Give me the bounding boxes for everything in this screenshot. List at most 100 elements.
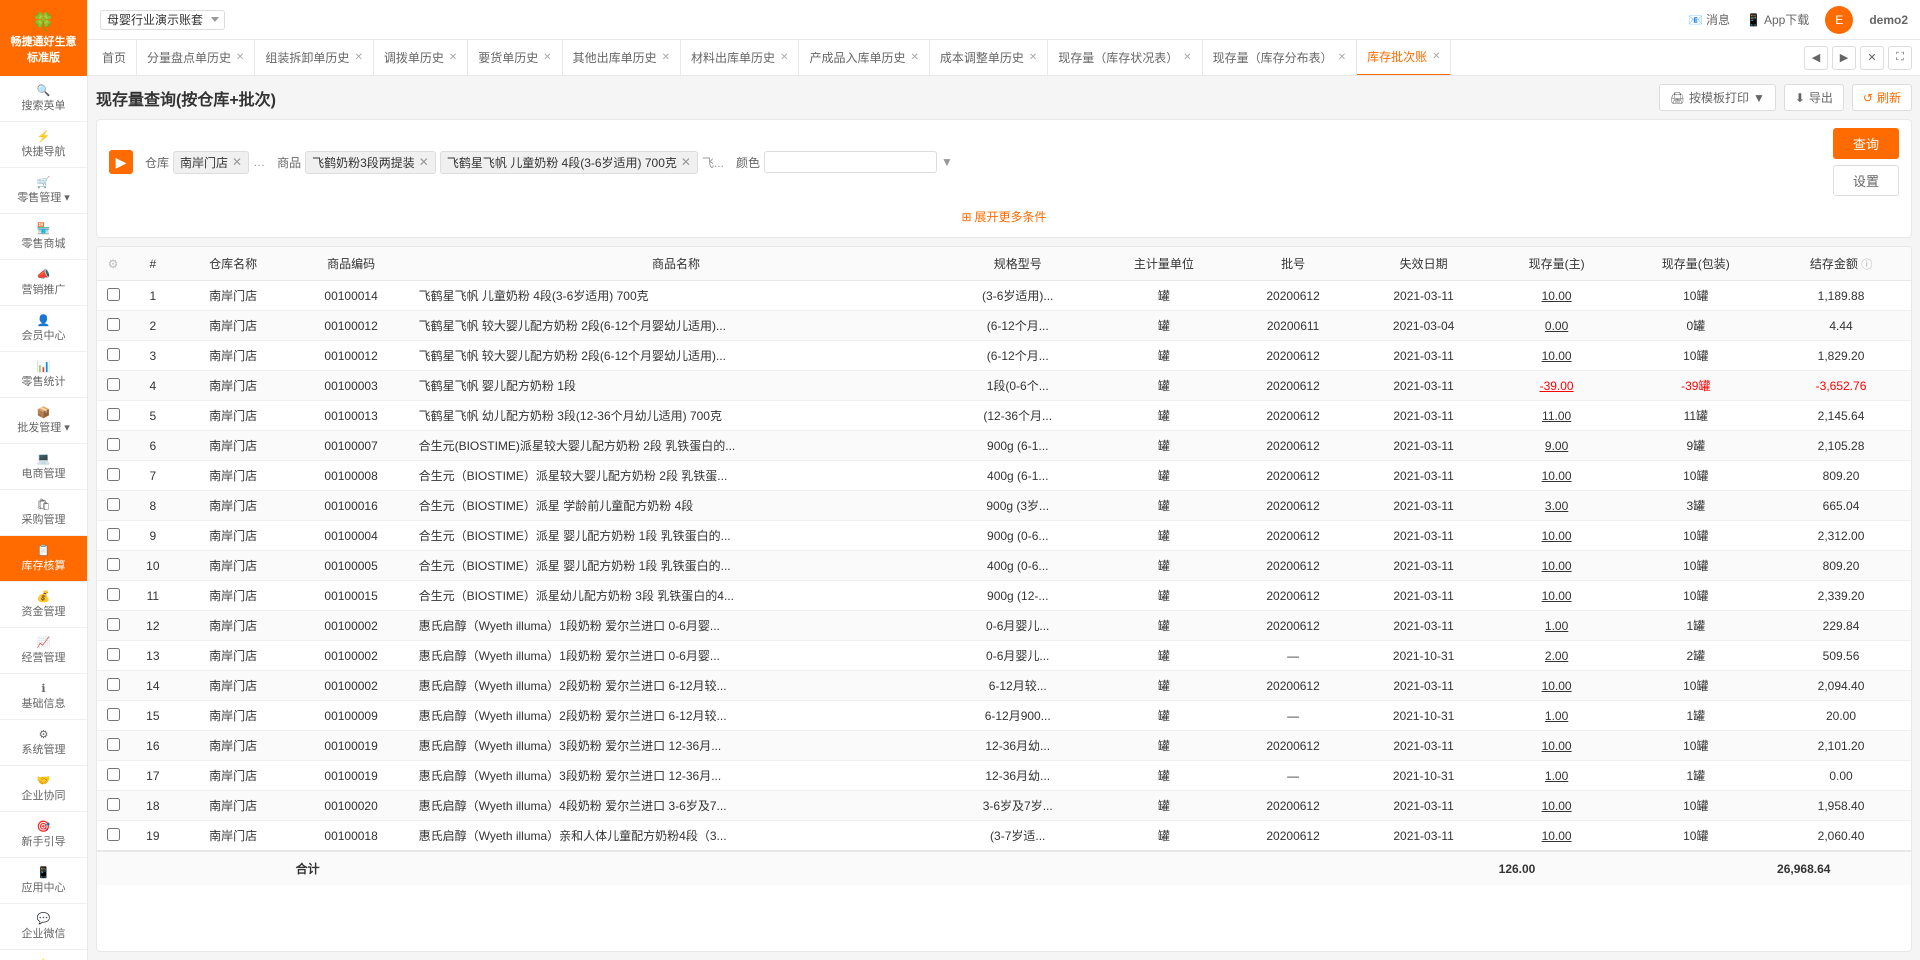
- row-check[interactable]: [97, 761, 129, 791]
- row-stock-main[interactable]: 9.00: [1493, 431, 1621, 461]
- expand-more-button[interactable]: ⊞ 展开更多条件: [953, 204, 1054, 229]
- tab-close-inventory_status[interactable]: ✕: [1183, 52, 1191, 63]
- row-check[interactable]: [97, 641, 129, 671]
- tab-request_history[interactable]: 要货单历史✕: [468, 40, 562, 76]
- warehouse-more[interactable]: …: [253, 155, 265, 169]
- product-more[interactable]: 飞...: [702, 154, 724, 171]
- tab-product_in_history[interactable]: 产成品入库单历史✕: [799, 40, 929, 76]
- row-check[interactable]: [97, 491, 129, 521]
- row-check[interactable]: [97, 461, 129, 491]
- query-button[interactable]: 查询: [1833, 128, 1899, 159]
- tab-close-material_out_history[interactable]: ✕: [780, 52, 788, 63]
- user-avatar[interactable]: E: [1825, 6, 1853, 34]
- sidebar-item-new_guide[interactable]: 🎯新手引导: [0, 812, 87, 858]
- row-check[interactable]: [97, 521, 129, 551]
- app-download-link[interactable]: 📱 App下载: [1746, 11, 1809, 28]
- sidebar-item-retail_shop[interactable]: 🏪零售商城: [0, 214, 87, 260]
- tab-close-disassembly_history[interactable]: ✕: [354, 52, 362, 63]
- sidebar-item-retail_mgmt[interactable]: 🛒零售管理 ▾: [0, 168, 87, 214]
- sidebar-item-purchase_mgmt[interactable]: 🛍采购管理: [0, 490, 87, 536]
- sidebar-item-wholesale_mgmt[interactable]: 📦批发管理 ▾: [0, 398, 87, 444]
- row-check[interactable]: [97, 401, 129, 431]
- row-stock-main[interactable]: 10.00: [1493, 341, 1621, 371]
- settings-col-header[interactable]: ⚙: [97, 247, 129, 281]
- tab-close-cost_adjust_history[interactable]: ✕: [1029, 52, 1037, 63]
- product-tag-1-remove[interactable]: ✕: [419, 155, 429, 169]
- row-stock-main[interactable]: 10.00: [1493, 671, 1621, 701]
- row-check[interactable]: [97, 551, 129, 581]
- tab-close-product_in_history[interactable]: ✕: [910, 52, 918, 63]
- sidebar-item-retail_stats[interactable]: 📊零售统计: [0, 352, 87, 398]
- color-dropdown-icon[interactable]: ▼: [941, 155, 953, 169]
- row-stock-main[interactable]: 10.00: [1493, 521, 1621, 551]
- tab-close-batch_voucher[interactable]: ✕: [1432, 51, 1440, 62]
- row-check[interactable]: [97, 791, 129, 821]
- expand-filter-button[interactable]: ▶: [109, 150, 133, 174]
- row-stock-main[interactable]: 10.00: [1493, 731, 1621, 761]
- tab-close-pickup_history[interactable]: ✕: [449, 52, 457, 63]
- color-input[interactable]: [764, 151, 937, 173]
- row-check[interactable]: [97, 341, 129, 371]
- tab-close-inventory_dist[interactable]: ✕: [1338, 52, 1346, 63]
- tab-split_inventory_history[interactable]: 分量盘点单历史✕: [137, 40, 255, 76]
- tab-other_outbound_history[interactable]: 其他出库单历史✕: [563, 40, 681, 76]
- row-stock-main[interactable]: 11.00: [1493, 401, 1621, 431]
- export-button[interactable]: ⬇ 导出: [1784, 84, 1844, 111]
- row-stock-main[interactable]: 2.00: [1493, 641, 1621, 671]
- tab-fullscreen[interactable]: ⛶: [1888, 46, 1912, 70]
- row-stock-main[interactable]: 10.00: [1493, 281, 1621, 311]
- tab-inventory_status[interactable]: 现存量（库存状况表）✕: [1048, 40, 1202, 76]
- tab-inventory_dist[interactable]: 现存量（库存分布表）✕: [1203, 40, 1357, 76]
- row-stock-main[interactable]: -39.00: [1493, 371, 1621, 401]
- sidebar-item-member_center[interactable]: 👤会员中心: [0, 306, 87, 352]
- row-check[interactable]: [97, 281, 129, 311]
- row-check[interactable]: [97, 581, 129, 611]
- tab-batch_voucher[interactable]: 库存批次账✕: [1357, 40, 1451, 76]
- row-stock-main[interactable]: 10.00: [1493, 461, 1621, 491]
- tab-close-split_inventory_history[interactable]: ✕: [236, 52, 244, 63]
- table-scroll[interactable]: ⚙ # 仓库名称 商品编码 商品名称 规格型号 主计量单位 批号 失效日期 现存…: [97, 247, 1911, 951]
- row-check[interactable]: [97, 701, 129, 731]
- tab-close-all[interactable]: ✕: [1860, 46, 1884, 70]
- sidebar-item-basic_info[interactable]: ℹ基础信息: [0, 674, 87, 720]
- sidebar-item-inventory_check[interactable]: 📋库存核算: [0, 536, 87, 582]
- print-button[interactable]: 🖨 按模板打印 ▼: [1659, 84, 1776, 111]
- sidebar-item-finance_mgmt[interactable]: 💰资金管理: [0, 582, 87, 628]
- tab-scroll-left[interactable]: ◀: [1804, 46, 1828, 70]
- sidebar-item-system_mgmt[interactable]: ⚙系统管理: [0, 720, 87, 766]
- row-stock-main[interactable]: 10.00: [1493, 551, 1621, 581]
- tab-material_out_history[interactable]: 材料出库单历史✕: [681, 40, 799, 76]
- sidebar-item-enterprise_wechat[interactable]: 💬企业微信: [0, 904, 87, 950]
- settings-button[interactable]: 设置: [1833, 165, 1899, 196]
- tab-close-other_outbound_history[interactable]: ✕: [662, 52, 670, 63]
- sidebar-item-marketing[interactable]: 📣营销推广: [0, 260, 87, 306]
- product-tag-2-remove[interactable]: ✕: [681, 155, 691, 169]
- tab-home[interactable]: 首页: [92, 40, 137, 76]
- row-check[interactable]: [97, 431, 129, 461]
- sidebar-item-member_plus[interactable]: ⭐畅会员: [0, 950, 87, 960]
- message-link[interactable]: 📧 消息: [1688, 11, 1730, 28]
- sidebar-item-app_center[interactable]: 📱应用中心: [0, 858, 87, 904]
- row-stock-main[interactable]: 1.00: [1493, 761, 1621, 791]
- row-stock-main[interactable]: 3.00: [1493, 491, 1621, 521]
- balance-info-icon[interactable]: ⓘ: [1861, 259, 1872, 271]
- sidebar-item-ops_mgmt[interactable]: 📈经营管理: [0, 628, 87, 674]
- sidebar-item-quicknav[interactable]: ⚡快捷导航: [0, 122, 87, 168]
- row-check[interactable]: [97, 371, 129, 401]
- row-stock-main[interactable]: 10.00: [1493, 791, 1621, 821]
- row-check[interactable]: [97, 731, 129, 761]
- row-stock-main[interactable]: 10.00: [1493, 581, 1621, 611]
- row-check[interactable]: [97, 311, 129, 341]
- row-stock-main[interactable]: 1.00: [1493, 701, 1621, 731]
- row-check[interactable]: [97, 611, 129, 641]
- sidebar-item-search[interactable]: 🔍搜索英单: [0, 76, 87, 122]
- tab-close-request_history[interactable]: ✕: [543, 52, 551, 63]
- row-stock-main[interactable]: 10.00: [1493, 821, 1621, 852]
- sidebar-item-enterprise_collab[interactable]: 🤝企业协同: [0, 766, 87, 812]
- row-stock-main[interactable]: 0.00: [1493, 311, 1621, 341]
- row-check[interactable]: [97, 671, 129, 701]
- sidebar-item-ecommerce[interactable]: 💻电商管理: [0, 444, 87, 490]
- account-selector[interactable]: 母婴行业演示账套: [100, 10, 225, 30]
- tab-scroll-right[interactable]: ▶: [1832, 46, 1856, 70]
- tab-pickup_history[interactable]: 调拨单历史✕: [374, 40, 468, 76]
